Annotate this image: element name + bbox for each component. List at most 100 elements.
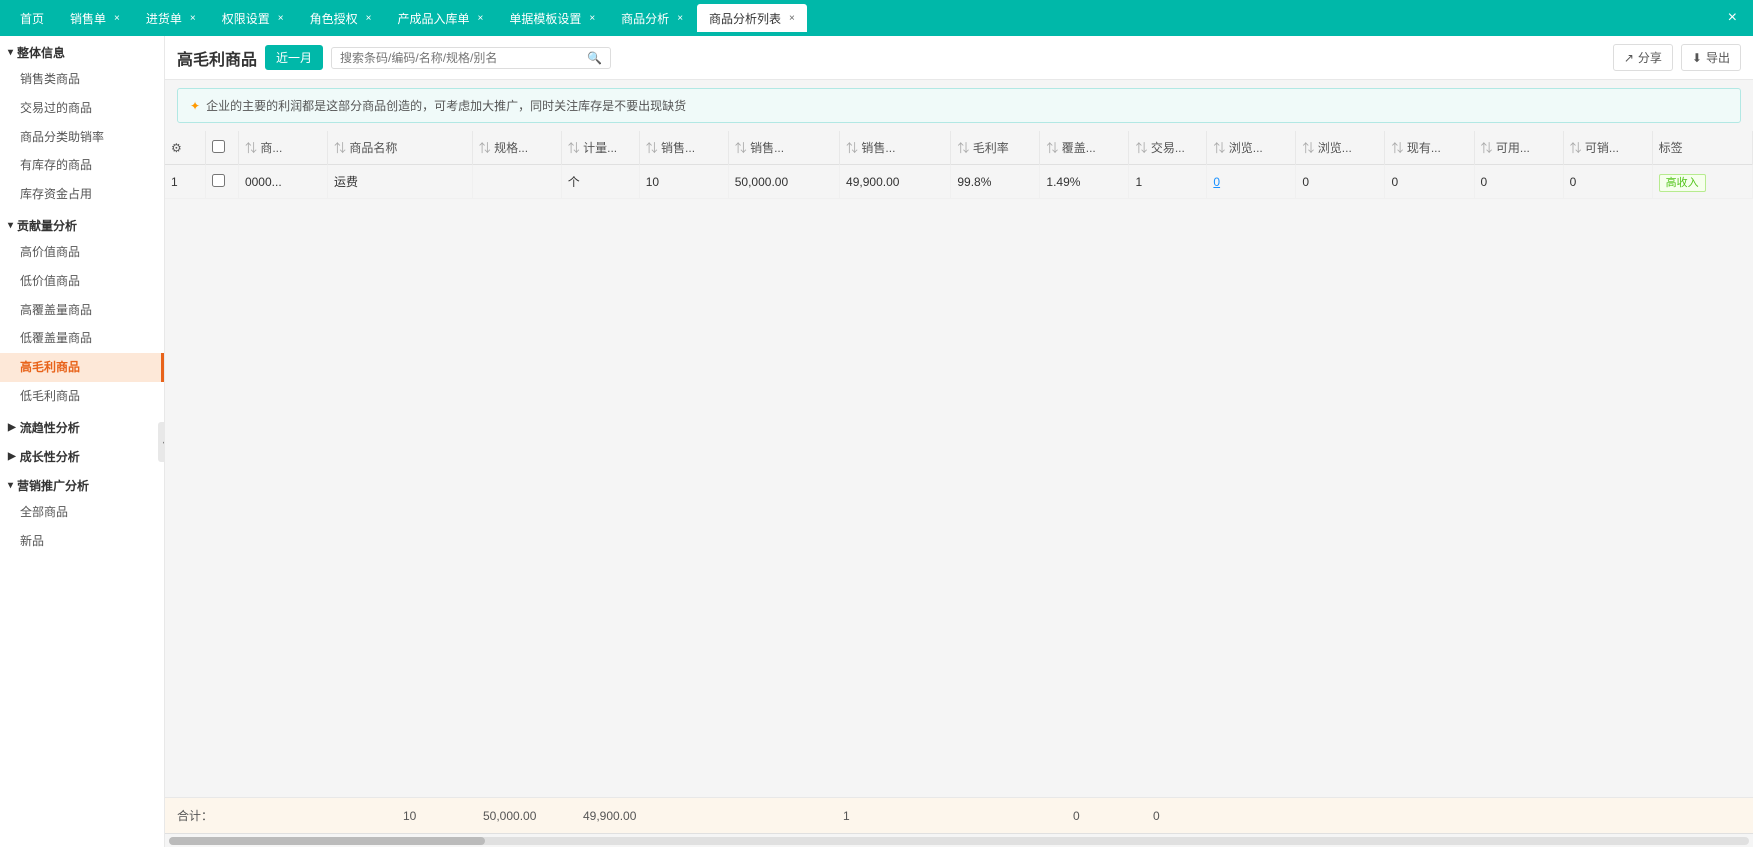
sidebar-item-low-margin[interactable]: 低毛利商品 (0, 382, 164, 411)
filter-recent-month-button[interactable]: 近一月 (265, 45, 323, 70)
chevron-right-icon: ▶ (8, 422, 16, 433)
sidebar-item-category-rate[interactable]: 商品分类助销率 (0, 123, 164, 152)
col-code[interactable]: ⇅ 商... (238, 131, 327, 165)
close-icon[interactable]: × (677, 13, 683, 24)
col-name[interactable]: ⇅ 商品名称 (328, 131, 473, 165)
sidebar-group-contribution[interactable]: ▾ 贡献量分析 (0, 209, 164, 238)
close-icon[interactable]: × (789, 13, 795, 24)
close-icon[interactable]: × (366, 13, 372, 24)
cell-available: 0 (1474, 165, 1563, 199)
sidebar-item-new-goods[interactable]: 新品 (0, 527, 164, 556)
cell-spec (472, 165, 561, 199)
sidebar-item-all-goods[interactable]: 全部商品 (0, 498, 164, 527)
chevron-down-icon: ▾ (8, 47, 13, 58)
footer-cell-sales-amount2: 49,900.00 (577, 809, 677, 823)
cell-gross-margin: 99.8% (951, 165, 1040, 199)
sidebar-item-low-coverage[interactable]: 低覆盖量商品 (0, 324, 164, 353)
sidebar-collapse-button[interactable]: « (158, 422, 165, 462)
footer-cell-current-stock: 0 (1067, 809, 1147, 823)
cell-browse1[interactable]: 0 (1207, 165, 1296, 199)
search-input[interactable] (340, 51, 583, 65)
nav-product-analysis[interactable]: 商品分析 × (609, 4, 695, 32)
col-current-stock[interactable]: ⇅ 现有... (1385, 131, 1474, 165)
sidebar-item-traded-goods[interactable]: 交易过的商品 (0, 94, 164, 123)
sort-icon: ⇅ (646, 141, 658, 155)
close-icon[interactable]: × (190, 13, 196, 24)
sort-icon: ⇅ (334, 141, 346, 155)
scroll-thumb[interactable] (169, 837, 485, 845)
search-box: 🔍 (331, 47, 611, 69)
sidebar-item-in-stock[interactable]: 有库存的商品 (0, 151, 164, 180)
sort-icon: ⇅ (1391, 141, 1403, 155)
nav-product-in[interactable]: 产成品入库单 × (385, 4, 495, 32)
horizontal-scrollbar[interactable] (165, 833, 1753, 847)
nav-template-settings[interactable]: 单据模板设置 × (497, 4, 607, 32)
footer-cell-sales-qty: 10 (397, 809, 477, 823)
col-coverage[interactable]: ⇅ 覆盖... (1040, 131, 1129, 165)
footer-cell-sales-amount1: 50,000.00 (477, 809, 577, 823)
cell-transactions: 1 (1129, 165, 1207, 199)
col-sales-qty[interactable]: ⇅ 销售... (639, 131, 728, 165)
sort-icon: ⇅ (1213, 141, 1225, 155)
col-browse1[interactable]: ⇅ 浏览... (1207, 131, 1296, 165)
row-checkbox[interactable] (212, 174, 225, 187)
export-button[interactable]: ⬇ 导出 (1681, 44, 1741, 71)
col-browse2[interactable]: ⇅ 浏览... (1296, 131, 1385, 165)
sidebar-group-marketing[interactable]: ▾ 营销推广分析 (0, 469, 164, 498)
col-spec[interactable]: ⇅ 规格... (472, 131, 561, 165)
close-icon[interactable]: × (589, 13, 595, 24)
sort-icon: ⇅ (1302, 141, 1314, 155)
col-tag[interactable]: 标签 (1652, 131, 1752, 165)
share-button[interactable]: ↗ 分享 (1613, 44, 1673, 71)
nav-permission[interactable]: 权限设置 × (210, 4, 296, 32)
col-unit[interactable]: ⇅ 计量... (561, 131, 639, 165)
sort-icon: ⇅ (1481, 141, 1493, 155)
nav-home[interactable]: 首页 (8, 4, 56, 32)
footer-bar: 合计： 10 50,000.00 49,900.00 1 0 0 (165, 797, 1753, 833)
cell-name: 运费 (328, 165, 473, 199)
cell-sellable: 0 (1563, 165, 1652, 199)
tag-badge: 高收入 (1659, 174, 1706, 192)
nav-role-auth[interactable]: 角色授权 × (298, 4, 384, 32)
sidebar-group-trend[interactable]: ▶ 流趋性分析 (0, 411, 164, 440)
col-settings[interactable]: ⚙ (165, 131, 205, 165)
select-all-checkbox[interactable] (212, 140, 225, 153)
close-icon[interactable]: × (477, 13, 483, 24)
sidebar-item-high-margin[interactable]: 高毛利商品 (0, 353, 164, 382)
col-available[interactable]: ⇅ 可用... (1474, 131, 1563, 165)
nav-purchase-order[interactable]: 进货单 × (134, 4, 208, 32)
sidebar-item-high-value[interactable]: 高价值商品 (0, 238, 164, 267)
sort-icon: ⇅ (1135, 141, 1147, 155)
nav-sales-order[interactable]: 销售单 × (58, 4, 132, 32)
footer-cell-transactions: 1 (837, 809, 907, 823)
data-table: ⚙ ⇅ 商... ⇅ 商品名称 ⇅ 规格... ⇅ 计量... ⇅ 销售... … (165, 131, 1753, 199)
col-transactions[interactable]: ⇅ 交易... (1129, 131, 1207, 165)
col-gross-margin[interactable]: ⇅ 毛利率 (951, 131, 1040, 165)
cell-seq: 1 (165, 165, 205, 199)
sort-icon: ⇅ (735, 141, 747, 155)
cell-unit: 个 (561, 165, 639, 199)
sidebar-item-sales-goods[interactable]: 销售类商品 (0, 65, 164, 94)
share-icon: ↗ (1624, 51, 1634, 65)
window-close-button[interactable]: × (1720, 9, 1745, 27)
sidebar-group-growth[interactable]: ▶ 成长性分析 (0, 440, 164, 469)
close-icon[interactable]: × (114, 13, 120, 24)
table-wrapper[interactable]: ⚙ ⇅ 商... ⇅ 商品名称 ⇅ 规格... ⇅ 计量... ⇅ 销售... … (165, 131, 1753, 797)
col-sellable[interactable]: ⇅ 可销... (1563, 131, 1652, 165)
sidebar-item-high-coverage[interactable]: 高覆盖量商品 (0, 296, 164, 325)
cell-code: 0000... (238, 165, 327, 199)
top-nav: 首页 销售单 × 进货单 × 权限设置 × 角色授权 × 产成品入库单 × 单据… (0, 0, 1753, 36)
search-icon[interactable]: 🔍 (587, 51, 602, 65)
col-sales-amount1[interactable]: ⇅ 销售... (728, 131, 839, 165)
scroll-track[interactable] (169, 837, 1749, 845)
cell-checkbox[interactable] (205, 165, 238, 199)
sidebar-item-stock-capital[interactable]: 库存资金占用 (0, 180, 164, 209)
col-sales-amount2[interactable]: ⇅ 销售... (840, 131, 951, 165)
close-icon[interactable]: × (278, 13, 284, 24)
cell-browse2: 0 (1296, 165, 1385, 199)
col-checkbox[interactable] (205, 131, 238, 165)
sidebar-group-overall[interactable]: ▾ 整体信息 (0, 36, 164, 65)
sidebar-item-low-value[interactable]: 低价值商品 (0, 267, 164, 296)
export-icon: ⬇ (1692, 51, 1702, 65)
nav-product-analysis-list[interactable]: 商品分析列表 × (697, 4, 807, 32)
